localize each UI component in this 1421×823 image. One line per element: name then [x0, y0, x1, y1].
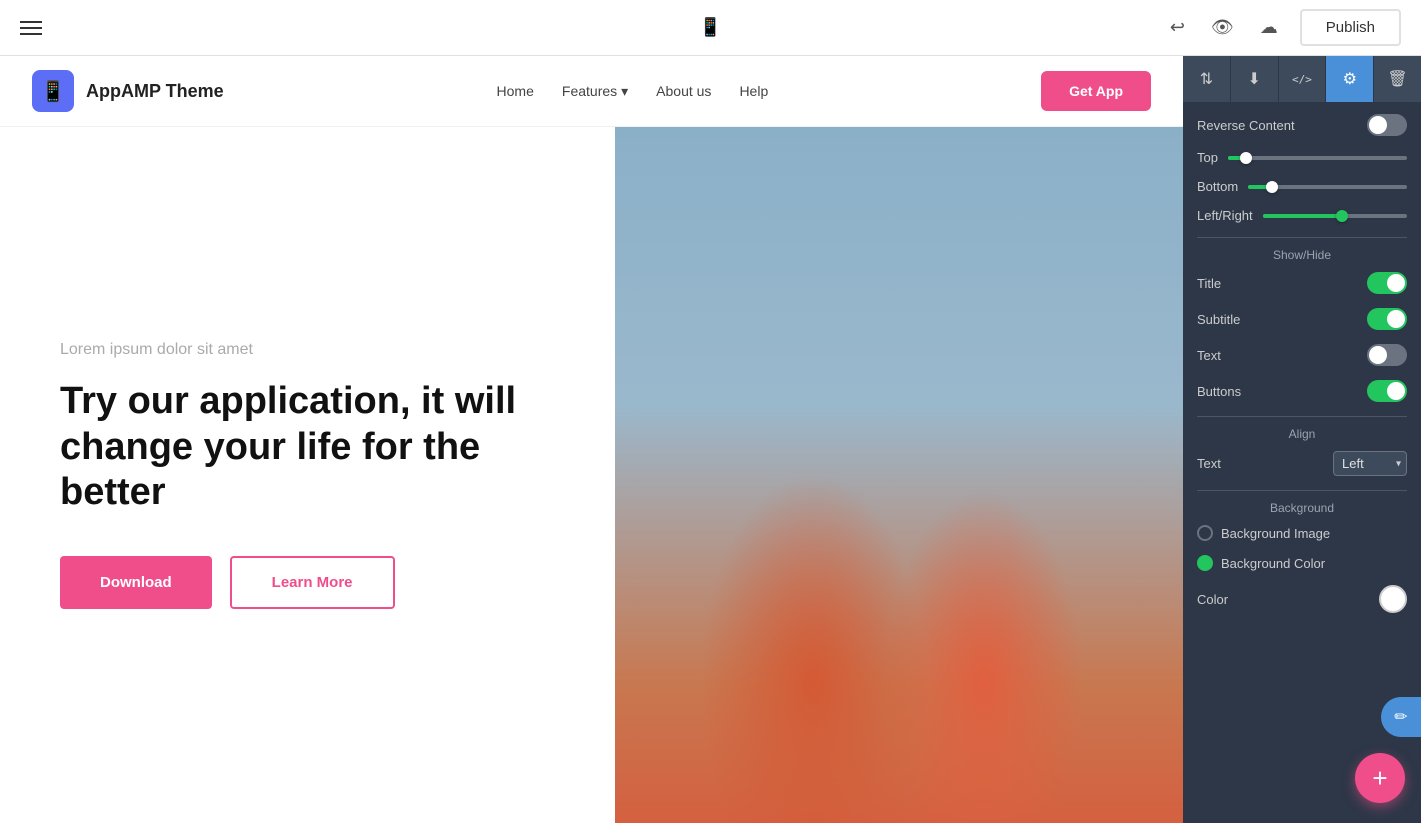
panel-code-button[interactable]: </> [1279, 56, 1327, 102]
show-hide-title: Show/Hide [1197, 248, 1407, 262]
hero-title: Try our application, it will change your… [60, 379, 555, 516]
bg-image-radio[interactable] [1197, 525, 1213, 541]
title-toggle[interactable] [1367, 272, 1407, 294]
preview-area: 📱 AppAMP Theme Home Features ▾ About us … [0, 56, 1183, 823]
left-right-slider[interactable] [1263, 214, 1407, 218]
toolbar-right: ↩ 👁 ☁ Publish [1166, 9, 1401, 46]
preview-button[interactable]: 👁 [1207, 13, 1238, 42]
hero-section: Lorem ipsum dolor sit amet Try our appli… [0, 127, 1183, 823]
features-dropdown-icon: ▾ [621, 83, 628, 100]
buttons-row: Buttons [1197, 380, 1407, 402]
undo-button[interactable]: ↩ [1166, 13, 1189, 42]
learn-more-button[interactable]: Learn More [230, 556, 395, 609]
download-icon: ⬇ [1247, 69, 1260, 89]
hero-left: Lorem ipsum dolor sit amet Try our appli… [0, 127, 615, 823]
top-label: Top [1197, 150, 1218, 165]
gear-icon: ⚙ [1343, 69, 1357, 89]
site-brand: 📱 AppAMP Theme [32, 70, 224, 112]
settings-panel: ⇅ ⬇ </> ⚙ 🗑 Reverse Content Top [1183, 56, 1421, 823]
title-label: Title [1197, 276, 1221, 291]
plus-icon: + [1372, 763, 1387, 794]
sort-icon: ⇅ [1200, 69, 1213, 89]
reverse-content-toggle[interactable] [1367, 114, 1407, 136]
left-right-row: Left/Right [1197, 208, 1407, 223]
bg-image-label: Background Image [1221, 526, 1330, 541]
eye-icon: 👁 [1211, 17, 1234, 37]
subtitle-label: Subtitle [1197, 312, 1240, 327]
undo-icon: ↩ [1170, 17, 1185, 37]
phone-preview-button[interactable]: 📱 [695, 13, 725, 42]
toolbar-left [20, 21, 42, 35]
top-toolbar: 📱 ↩ 👁 ☁ Publish [0, 0, 1421, 56]
edit-icon: ✏ [1394, 707, 1407, 727]
panel-icons-row: ⇅ ⬇ </> ⚙ 🗑 [1183, 56, 1421, 102]
site-nav: Home Features ▾ About us Help [497, 83, 769, 100]
buttons-label: Buttons [1197, 384, 1241, 399]
reverse-content-label: Reverse Content [1197, 118, 1295, 133]
bg-image-row: Background Image [1197, 525, 1407, 541]
cloud-icon: ☁ [1260, 17, 1278, 37]
publish-button[interactable]: Publish [1300, 9, 1401, 46]
text-label: Text [1197, 348, 1221, 363]
bottom-slider[interactable] [1248, 185, 1407, 189]
divider-2 [1197, 416, 1407, 417]
bg-color-radio[interactable] [1197, 555, 1213, 571]
background-title: Background [1197, 501, 1407, 515]
bg-color-label: Background Color [1221, 556, 1325, 571]
download-button[interactable]: Download [60, 556, 212, 609]
subtitle-toggle[interactable] [1367, 308, 1407, 330]
align-title: Align [1197, 427, 1407, 441]
site-navbar: 📱 AppAMP Theme Home Features ▾ About us … [0, 56, 1183, 127]
hero-women-figures [615, 127, 1183, 823]
left-right-label: Left/Right [1197, 208, 1253, 223]
color-swatch[interactable] [1379, 585, 1407, 613]
top-row: Top [1197, 150, 1407, 165]
text-align-row: Text Left Center Right [1197, 451, 1407, 476]
bottom-row: Bottom [1197, 179, 1407, 194]
trash-icon: 🗑 [1387, 69, 1407, 89]
subtitle-row: Subtitle [1197, 308, 1407, 330]
brand-icon: 📱 [32, 70, 74, 112]
text-toggle[interactable] [1367, 344, 1407, 366]
text-row: Text [1197, 344, 1407, 366]
nav-home[interactable]: Home [497, 83, 534, 99]
nav-about[interactable]: About us [656, 83, 711, 99]
hamburger-icon[interactable] [20, 21, 42, 35]
brand-name: AppAMP Theme [86, 81, 224, 102]
title-row: Title [1197, 272, 1407, 294]
code-icon: </> [1292, 73, 1312, 86]
hero-buttons: Download Learn More [60, 556, 555, 609]
divider-1 [1197, 237, 1407, 238]
bg-color-row: Background Color [1197, 555, 1407, 571]
reverse-content-row: Reverse Content [1197, 114, 1407, 136]
bg-image-option[interactable]: Background Image [1197, 525, 1330, 541]
text-align-select[interactable]: Left Center Right [1333, 451, 1407, 476]
text-align-label: Text [1197, 456, 1221, 471]
cloud-publish-icon[interactable]: ☁ [1256, 13, 1282, 42]
divider-3 [1197, 490, 1407, 491]
get-app-button[interactable]: Get App [1041, 71, 1151, 111]
bottom-label: Bottom [1197, 179, 1238, 194]
panel-trash-button[interactable]: 🗑 [1374, 56, 1421, 102]
hero-image-background [615, 127, 1183, 823]
panel-settings-button[interactable]: ⚙ [1326, 56, 1374, 102]
panel-download-button[interactable]: ⬇ [1231, 56, 1279, 102]
toolbar-center: 📱 [695, 13, 725, 42]
buttons-toggle[interactable] [1367, 380, 1407, 402]
top-slider[interactable] [1228, 156, 1407, 160]
nav-features[interactable]: Features ▾ [562, 83, 628, 100]
text-align-dropdown-wrap: Left Center Right [1333, 451, 1407, 476]
color-label: Color [1197, 592, 1228, 607]
hero-subtitle: Lorem ipsum dolor sit amet [60, 341, 555, 359]
hero-image [615, 127, 1183, 823]
bg-color-option[interactable]: Background Color [1197, 555, 1325, 571]
brand-icon-symbol: 📱 [41, 79, 66, 104]
phone-icon: 📱 [699, 17, 721, 37]
panel-sort-button[interactable]: ⇅ [1183, 56, 1231, 102]
main-area: 📱 AppAMP Theme Home Features ▾ About us … [0, 56, 1421, 823]
color-row: Color [1197, 585, 1407, 613]
nav-help[interactable]: Help [739, 83, 768, 99]
fab-add-button[interactable]: + [1355, 753, 1405, 803]
fab-edit-button[interactable]: ✏ [1381, 697, 1421, 737]
